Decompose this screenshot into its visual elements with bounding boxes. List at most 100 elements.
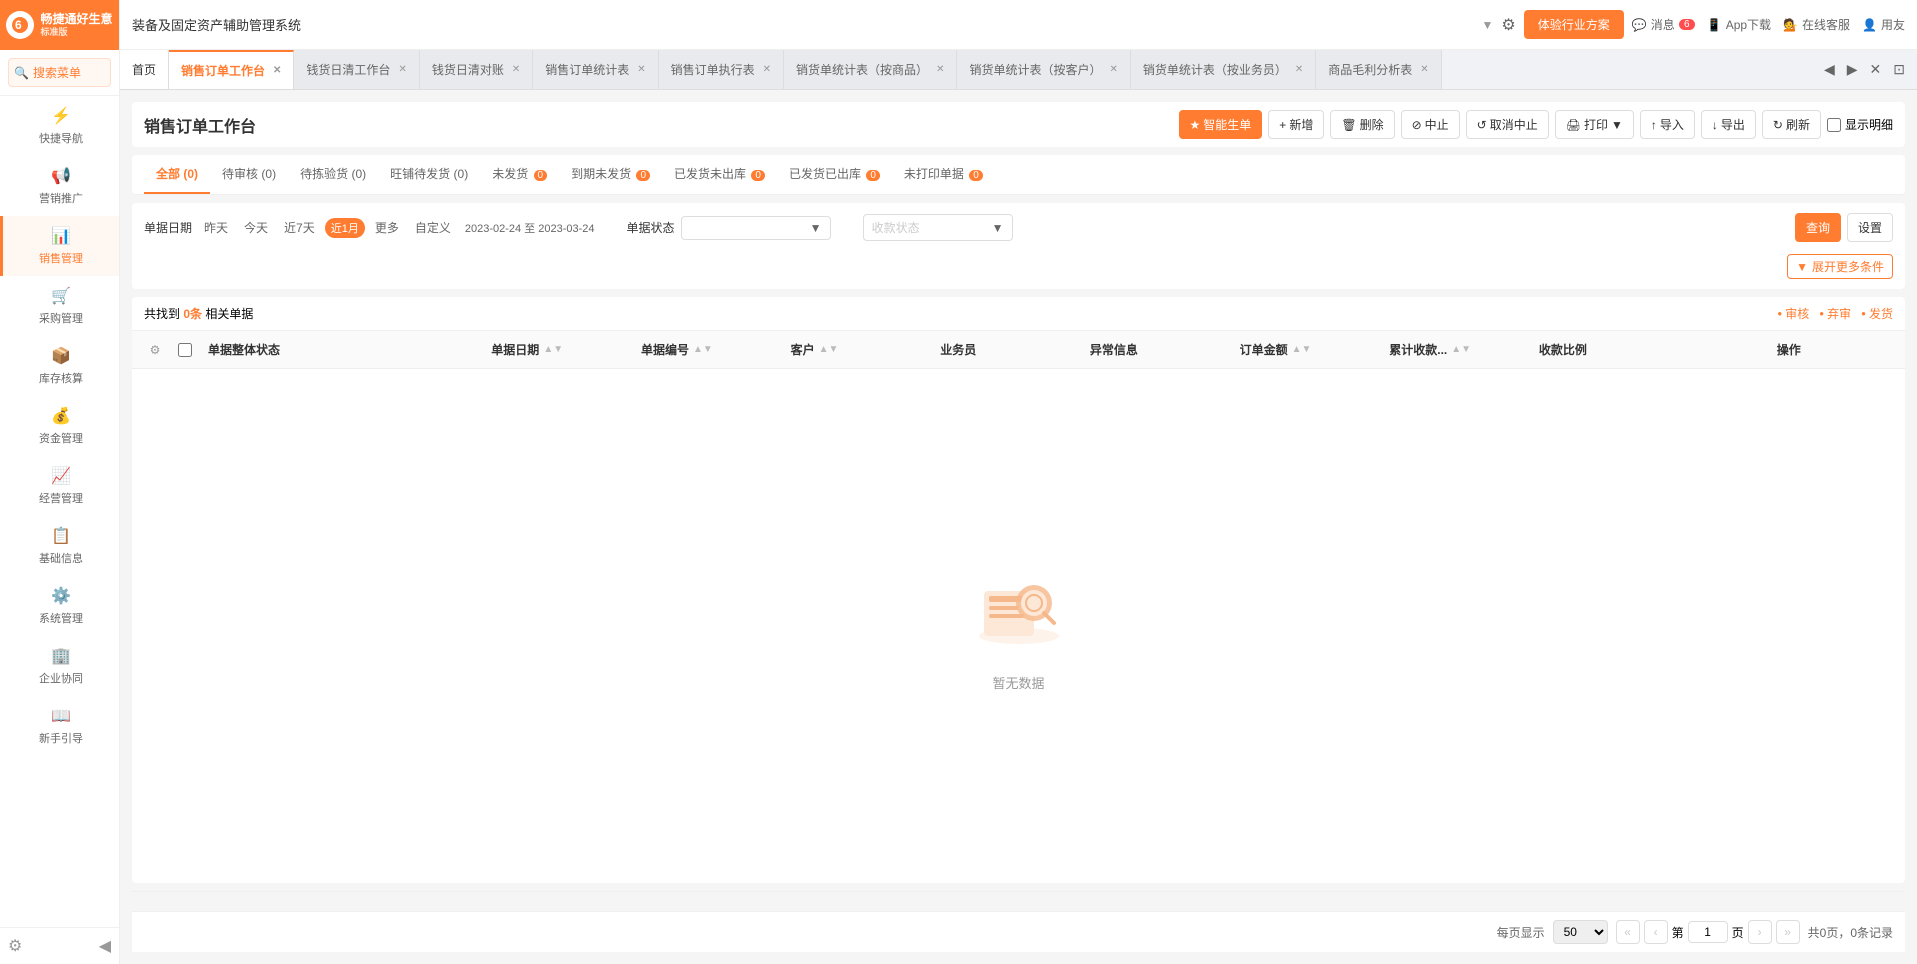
sidebar-item-inventory[interactable]: 📦 库存核算 — [0, 336, 119, 396]
add-button[interactable]: + 新增 — [1268, 110, 1324, 139]
cancel-stop-button[interactable]: ↺ 取消中止 — [1466, 110, 1549, 139]
tab-product-margin-close[interactable]: ✕ — [1420, 64, 1428, 75]
filter-tab-shipped-not-out[interactable]: 已发货未出库 0 — [662, 155, 777, 194]
stop-icon: ⊘ — [1412, 118, 1422, 132]
tab-cash-reconcile[interactable]: 钱货日清对账 ✕ — [420, 50, 533, 90]
sidebar-item-quick-nav[interactable]: ⚡ 快捷导航 — [0, 96, 119, 156]
th-status-label: 单据整体状态 — [208, 341, 280, 358]
th-collected[interactable]: 累计收款... ▲▼ — [1381, 341, 1531, 358]
tab-home[interactable]: 首页 — [120, 50, 169, 90]
sidebar-item-sales[interactable]: 📊 销售管理 — [0, 216, 119, 276]
tab-nav-next[interactable]: ▶ — [1843, 59, 1862, 80]
message-button[interactable]: 💬 消息 6 — [1632, 16, 1695, 33]
horizontal-scrollbar[interactable] — [132, 891, 1905, 903]
prev-page-button[interactable]: ‹ — [1644, 920, 1668, 944]
sales-label: 销售管理 — [39, 250, 83, 266]
tab-sales-exec[interactable]: 销售订单执行表 ✕ — [659, 50, 784, 90]
collapse-sidebar-icon[interactable]: ◀ — [99, 936, 111, 956]
next-page-button[interactable]: › — [1748, 920, 1772, 944]
user-button[interactable]: 👤 用友 — [1862, 16, 1905, 33]
search-menu-button[interactable]: 🔍 搜索菜单 — [8, 58, 111, 87]
tab-sales-stats-staff[interactable]: 销货单统计表（按业务员） ✕ — [1131, 50, 1316, 90]
solution-button[interactable]: 体验行业方案 — [1524, 10, 1624, 39]
tab-sales-stats-staff-close[interactable]: ✕ — [1295, 64, 1303, 75]
settings-button[interactable]: 设置 — [1847, 213, 1893, 242]
bulk-ship-button[interactable]: 发货 — [1861, 305, 1893, 322]
tab-sales-stats-close[interactable]: ✕ — [637, 64, 645, 75]
th-customer[interactable]: 客户 ▲▼ — [783, 341, 933, 358]
th-amount-sort-icon: ▲▼ — [1292, 345, 1312, 355]
online-service-button[interactable]: 💁 在线客服 — [1783, 16, 1850, 33]
stop-button[interactable]: ⊘ 中止 — [1401, 110, 1460, 139]
sidebar-item-guide[interactable]: 📖 新手引导 — [0, 696, 119, 756]
tab-maximize[interactable]: ⊡ — [1889, 59, 1909, 80]
filter-tab-unshipped[interactable]: 未发货 0 — [480, 155, 559, 194]
tab-sales-stats-product-close[interactable]: ✕ — [936, 64, 944, 75]
bulk-cancel-review-button[interactable]: 弃审 — [1819, 305, 1851, 322]
page-size-select[interactable]: 50 10 20 100 — [1553, 920, 1608, 944]
filter-tab-wangpu[interactable]: 旺铺待发货 (0) — [378, 155, 480, 194]
export-button[interactable]: ↓ 导出 — [1701, 110, 1756, 139]
refresh-button[interactable]: ↻ 刷新 — [1762, 110, 1821, 139]
sidebar-item-marketing[interactable]: 📢 营销推广 — [0, 156, 119, 216]
tab-sales-stats[interactable]: 销售订单统计表 ✕ — [533, 50, 658, 90]
tab-sales-workbench[interactable]: 销售订单工作台 ✕ — [169, 50, 294, 90]
smart-create-button[interactable]: ★ 智能生单 — [1179, 110, 1263, 139]
th-salesperson[interactable]: 业务员 — [932, 341, 1082, 358]
tab-close-all[interactable]: ✕ — [1866, 59, 1886, 80]
app-download-button[interactable]: 📱 App下载 — [1707, 16, 1771, 33]
filter-tab-expired-unshipped[interactable]: 到期未发货 0 — [559, 155, 662, 194]
tab-sales-stats-customer[interactable]: 销货单统计表（按客户） ✕ — [957, 50, 1130, 90]
sidebar-item-purchase[interactable]: 🛒 采购管理 — [0, 276, 119, 336]
show-detail-checkbox[interactable] — [1827, 118, 1841, 132]
header-gear-icon[interactable]: ⚙ — [1501, 15, 1515, 35]
date-option-today[interactable]: 今天 — [238, 217, 274, 238]
date-option-yesterday[interactable]: 昨天 — [198, 217, 234, 238]
first-page-button[interactable]: « — [1616, 920, 1640, 944]
filter-tab-all[interactable]: 全部 (0) — [144, 155, 210, 194]
th-abnormal[interactable]: 异常信息 — [1082, 341, 1232, 358]
filter-tab-unprinted[interactable]: 未打印单据 0 — [892, 155, 995, 194]
filter-tab-shipped-out[interactable]: 已发货已出库 0 — [777, 155, 892, 194]
bulk-review-button[interactable]: 审核 — [1777, 305, 1809, 322]
select-all-checkbox[interactable] — [178, 343, 192, 357]
system-title-chevron[interactable]: ▼ — [1482, 18, 1494, 32]
tab-product-margin[interactable]: 商品毛利分析表 ✕ — [1316, 50, 1441, 90]
last-page-button[interactable]: » — [1776, 920, 1800, 944]
tab-nav-prev[interactable]: ◀ — [1820, 59, 1839, 80]
filter-tab-pending-review[interactable]: 待审核 (0) — [210, 155, 288, 194]
th-status[interactable]: 单据整体状态 — [200, 341, 483, 358]
sidebar-item-system[interactable]: ⚙️ 系统管理 — [0, 576, 119, 636]
sidebar-item-operations[interactable]: 📈 经营管理 — [0, 456, 119, 516]
tab-cash-daily[interactable]: 钱货日清工作台 ✕ — [294, 50, 419, 90]
page-input[interactable] — [1688, 921, 1728, 943]
tab-sales-stats-product[interactable]: 销货单统计表（按商品） ✕ — [784, 50, 957, 90]
sidebar-item-enterprise[interactable]: 🏢 企业协同 — [0, 636, 119, 696]
tab-sales-stats-customer-close[interactable]: ✕ — [1109, 64, 1117, 75]
tab-cash-reconcile-close[interactable]: ✕ — [512, 64, 520, 75]
date-option-custom[interactable]: 自定义 — [409, 217, 457, 238]
th-number[interactable]: 单据编号 ▲▼ — [633, 341, 783, 358]
delete-button[interactable]: 🗑 删除 — [1330, 110, 1394, 139]
filter-tab-pending-inspect[interactable]: 待拣验货 (0) — [288, 155, 378, 194]
expand-filter-button[interactable]: ▼ 展开更多条件 — [1787, 254, 1893, 279]
payment-select[interactable]: 收款状态 ▼ — [863, 214, 1013, 241]
import-button[interactable]: ↑ 导入 — [1640, 110, 1695, 139]
date-option-1month[interactable]: 近1月 — [325, 218, 365, 238]
status-select[interactable]: ▼ — [681, 216, 831, 240]
th-date[interactable]: 单据日期 ▲▼ — [483, 341, 633, 358]
sidebar-item-basic-info[interactable]: 📋 基础信息 — [0, 516, 119, 576]
date-option-more[interactable]: 更多 — [369, 217, 405, 238]
date-option-7days[interactable]: 近7天 — [278, 217, 321, 238]
th-ratio[interactable]: 收款比例 — [1531, 341, 1681, 358]
print-button[interactable]: 🖨 打印 ▼ — [1555, 110, 1634, 139]
tab-sales-workbench-close[interactable]: ✕ — [273, 65, 281, 76]
query-button[interactable]: 查询 — [1795, 213, 1841, 242]
tab-sales-exec-close[interactable]: ✕ — [763, 64, 771, 75]
column-settings-icon[interactable]: ⚙ — [140, 343, 170, 357]
select-all-checkbox-wrapper — [170, 343, 200, 357]
tab-cash-daily-close[interactable]: ✕ — [398, 64, 406, 75]
th-amount[interactable]: 订单金额 ▲▼ — [1232, 341, 1382, 358]
sidebar-item-finance[interactable]: 💰 资金管理 — [0, 396, 119, 456]
settings-bottom-icon[interactable]: ⚙ — [8, 936, 22, 956]
